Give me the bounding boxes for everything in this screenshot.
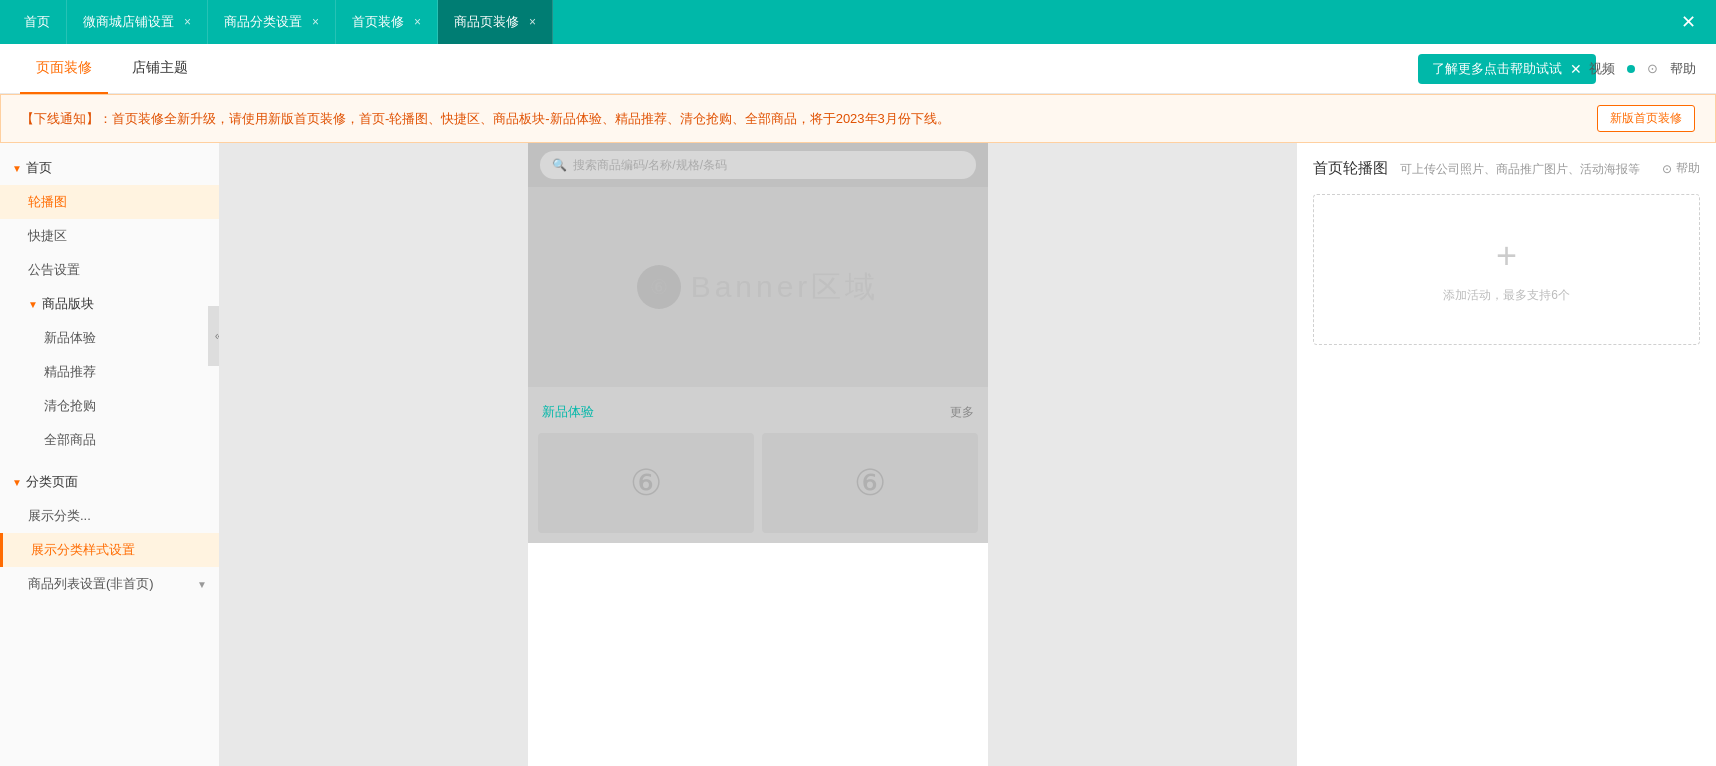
sub-header: 页面装修 店铺主题 了解更多点击帮助试试 ✕ 视频 ⊙ 帮助	[0, 44, 1716, 94]
center-preview: 🔍 搜索商品编码/名称/规格/条码 ⑥ Banner区域 新品体验 更多	[220, 143, 1296, 766]
product-icon-2: ⑥	[854, 462, 886, 504]
right-panel-title: 首页轮播图	[1313, 159, 1388, 176]
help-banner[interactable]: 了解更多点击帮助试试 ✕	[1418, 54, 1596, 84]
arrow-down-icon-3: ▼	[12, 477, 22, 488]
nav-tab-home[interactable]: 首页	[8, 0, 67, 44]
preview-phone: 🔍 搜索商品编码/名称/规格/条码 ⑥ Banner区域 新品体验 更多	[528, 143, 988, 766]
product-section-header: 新品体验 更多	[538, 397, 978, 427]
question-icon: ⊙	[1647, 61, 1658, 76]
sidebar-item-show-category[interactable]: 展示分类...	[0, 499, 219, 533]
product-grid: ⑥ ⑥	[538, 433, 978, 533]
sidebar-item-product-list[interactable]: 商品列表设置(非首页) ▼	[0, 567, 219, 601]
add-image-box[interactable]: + 添加活动，最多支持6个	[1313, 194, 1700, 345]
sidebar-collapse-button[interactable]: «	[208, 306, 220, 366]
search-icon: 🔍	[552, 158, 567, 172]
sidebar-item-shortcuts[interactable]: 快捷区	[0, 219, 219, 253]
sidebar-item-notice[interactable]: 公告设置	[0, 253, 219, 287]
new-home-decor-button[interactable]: 新版首页装修	[1597, 105, 1695, 132]
right-panel: 首页轮播图 可上传公司照片、商品推广图片、活动海报等 ⊙ 帮助 + 添加活动，最…	[1296, 143, 1716, 766]
close-category-settings-icon[interactable]: ×	[312, 15, 319, 29]
expand-icon: ▼	[197, 579, 207, 590]
notice-text: 【下线通知】：首页装修全新升级，请使用新版首页装修，首页-轮播图、快捷区、商品板…	[21, 110, 950, 128]
header-right-actions: 视频 ⊙ 帮助	[1589, 60, 1696, 78]
status-dot	[1627, 65, 1635, 73]
preview-search-bar: 🔍 搜索商品编码/名称/规格/条码	[528, 143, 988, 187]
arrow-down-icon-2: ▼	[28, 299, 38, 310]
product-section-title: 新品体验	[542, 403, 594, 421]
tab-page-decor[interactable]: 页面装修	[20, 44, 108, 94]
nav-tab-product-decor[interactable]: 商品页装修 ×	[438, 0, 553, 44]
arrow-down-icon: ▼	[12, 163, 22, 174]
sidebar-item-all-products[interactable]: 全部商品	[0, 423, 219, 457]
sidebar-item-new-exp[interactable]: 新品体验	[0, 321, 219, 355]
right-panel-header: 首页轮播图 可上传公司照片、商品推广图片、活动海报等 ⊙ 帮助	[1313, 159, 1700, 178]
banner-logo: ⑥ Banner区域	[637, 265, 880, 309]
brand-icon: ⑥	[637, 265, 681, 309]
preview-search-input[interactable]: 🔍 搜索商品编码/名称/规格/条码	[540, 151, 976, 179]
right-panel-subtitle: 可上传公司照片、商品推广图片、活动海报等	[1400, 162, 1640, 176]
close-product-decor-icon[interactable]: ×	[529, 15, 536, 29]
question-circle-icon: ⊙	[1662, 162, 1672, 176]
close-all-button[interactable]: ✕	[1669, 11, 1708, 33]
close-store-settings-icon[interactable]: ×	[184, 15, 191, 29]
product-card-1[interactable]: ⑥	[538, 433, 754, 533]
sidebar-item-clearance[interactable]: 清仓抢购	[0, 389, 219, 423]
help-label[interactable]: 帮助	[1670, 60, 1696, 78]
plus-icon: +	[1496, 235, 1517, 277]
sidebar-section-home[interactable]: ▼ 首页	[0, 151, 219, 185]
sidebar-item-featured[interactable]: 精品推荐	[0, 355, 219, 389]
nav-tab-store-settings[interactable]: 微商城店铺设置 ×	[67, 0, 208, 44]
product-section: 新品体验 更多 ⑥ ⑥	[528, 387, 988, 543]
tab-store-theme[interactable]: 店铺主题	[116, 44, 204, 94]
product-card-2[interactable]: ⑥	[762, 433, 978, 533]
sidebar-item-category-style[interactable]: 展示分类样式设置	[0, 533, 219, 567]
help-banner-close-icon[interactable]: ✕	[1570, 61, 1582, 77]
product-icon-1: ⑥	[630, 462, 662, 504]
top-navigation: 首页 微商城店铺设置 × 商品分类设置 × 首页装修 × 商品页装修 × ✕	[0, 0, 1716, 44]
right-panel-title-group: 首页轮播图 可上传公司照片、商品推广图片、活动海报等	[1313, 159, 1640, 178]
sidebar-section-category[interactable]: ▼ 分类页面	[0, 465, 219, 499]
sidebar-item-carousel[interactable]: 轮播图	[0, 185, 219, 219]
sidebar: « ▼ 首页 轮播图 快捷区 公告设置 ▼ 商品版块 新品体验 精品推荐 清仓抢…	[0, 143, 220, 766]
nav-tab-category-settings[interactable]: 商品分类设置 ×	[208, 0, 336, 44]
close-home-decor-icon[interactable]: ×	[414, 15, 421, 29]
video-label[interactable]: 视频	[1589, 60, 1615, 78]
sidebar-section-product-block[interactable]: ▼ 商品版块	[0, 287, 219, 321]
banner-area[interactable]: ⑥ Banner区域	[528, 187, 988, 387]
main-layout: « ▼ 首页 轮播图 快捷区 公告设置 ▼ 商品版块 新品体验 精品推荐 清仓抢…	[0, 143, 1716, 766]
help-banner-text: 了解更多点击帮助试试	[1432, 60, 1562, 78]
right-panel-help-button[interactable]: ⊙ 帮助	[1662, 160, 1700, 177]
notice-bar: 【下线通知】：首页装修全新升级，请使用新版首页装修，首页-轮播图、快捷区、商品板…	[0, 94, 1716, 143]
more-label[interactable]: 更多	[950, 404, 974, 421]
banner-text: Banner区域	[691, 267, 880, 308]
nav-tab-home-decor[interactable]: 首页装修 ×	[336, 0, 438, 44]
add-image-label: 添加活动，最多支持6个	[1443, 287, 1570, 304]
